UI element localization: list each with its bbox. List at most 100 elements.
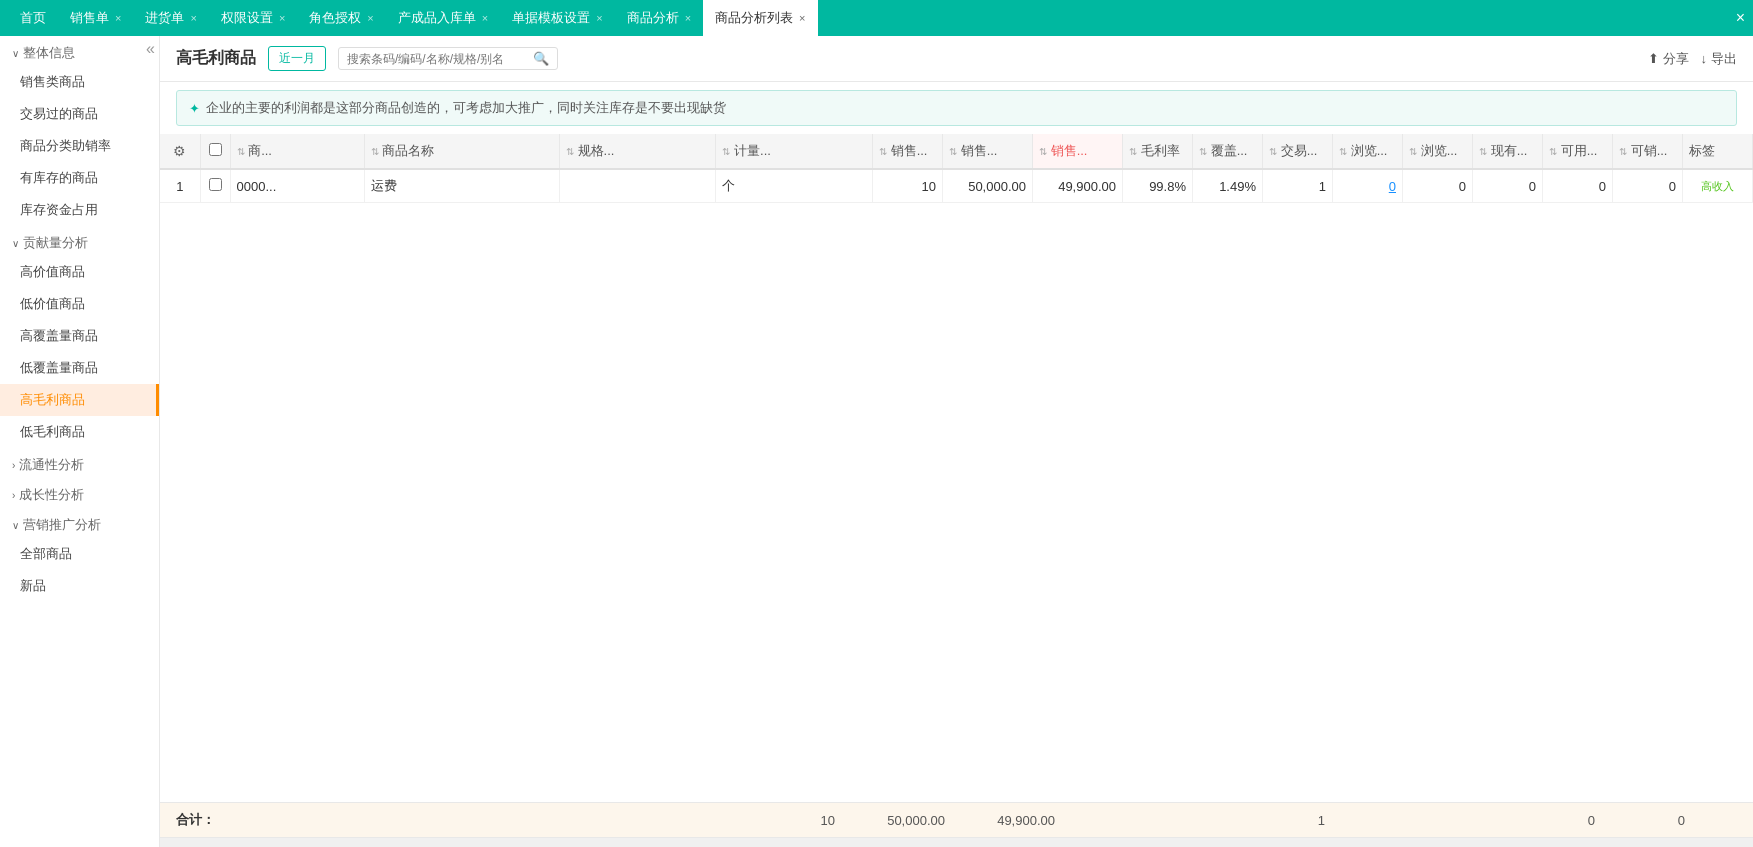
- top-navigation: 首页 销售单 × 进货单 × 权限设置 × 角色授权 × 产成品入库单 × 单据…: [0, 0, 1753, 36]
- col-header-gross-rate[interactable]: ⇅ 毛利率: [1123, 134, 1193, 169]
- col-header-name[interactable]: ⇅ 商品名称: [364, 134, 559, 169]
- footer-trade-count: 1: [1255, 813, 1325, 828]
- sidebar-item-low-value[interactable]: 低价值商品: [0, 288, 159, 320]
- chevron-down-icon: ∨: [12, 520, 19, 531]
- close-icon[interactable]: ×: [367, 12, 373, 24]
- nav-product-storage[interactable]: 产成品入库单 ×: [386, 0, 500, 36]
- close-icon[interactable]: ×: [482, 12, 488, 24]
- sidebar-item-stock-goods[interactable]: 有库存的商品: [0, 162, 159, 194]
- col-header-views1[interactable]: ⇅ 浏览...: [1333, 134, 1403, 169]
- col-header-available-stock[interactable]: ⇅ 可用...: [1543, 134, 1613, 169]
- share-button[interactable]: ⬆ 分享: [1648, 50, 1689, 68]
- col-header-trade-count[interactable]: ⇅ 交易...: [1263, 134, 1333, 169]
- col-header-settings[interactable]: ⚙: [160, 134, 200, 169]
- cell-sales-qty: 10: [873, 169, 943, 203]
- share-icon: ⬆: [1648, 51, 1659, 66]
- sidebar-item-traded-goods[interactable]: 交易过的商品: [0, 98, 159, 130]
- footer-current-stock: 0: [1525, 813, 1595, 828]
- nav-product-analysis-list[interactable]: 商品分析列表 ×: [703, 0, 817, 36]
- search-box: 🔍: [338, 47, 558, 70]
- cell-code: 0000...: [230, 169, 364, 203]
- close-icon[interactable]: ×: [799, 12, 805, 24]
- content-area: 高毛利商品 近一月 🔍 ⬆ 分享 ↓ 导出 ✦ 企业的主要的利润都是这部分商品创…: [160, 36, 1753, 847]
- nav-product-analysis[interactable]: 商品分析 ×: [615, 0, 703, 36]
- data-table: ⚙ ⇅ 商... ⇅ 商品名称: [160, 134, 1753, 203]
- nav-template-settings[interactable]: 单据模板设置 ×: [500, 0, 614, 36]
- info-banner: ✦ 企业的主要的利润都是这部分商品创造的，可考虑加大推广，同时关注库存是不要出现…: [176, 90, 1737, 126]
- header-actions: ⬆ 分享 ↓ 导出: [1648, 50, 1738, 68]
- close-icon[interactable]: ×: [596, 12, 602, 24]
- cell-checkbox[interactable]: [200, 169, 230, 203]
- sidebar-group-marketing[interactable]: ∨ 营销推广分析: [0, 508, 159, 538]
- sidebar-item-sales-goods[interactable]: 销售类商品: [0, 66, 159, 98]
- search-input[interactable]: [347, 52, 533, 66]
- col-header-sales-amount[interactable]: ⇅ 销售...: [943, 134, 1033, 169]
- cell-views1[interactable]: 0: [1333, 169, 1403, 203]
- export-icon: ↓: [1701, 51, 1708, 66]
- tag-badge: 高收入: [1701, 180, 1734, 192]
- horizontal-scrollbar[interactable]: [160, 837, 1753, 847]
- row-checkbox[interactable]: [209, 178, 222, 191]
- col-header-tag[interactable]: 标签: [1683, 134, 1753, 169]
- col-header-views2[interactable]: ⇅ 浏览...: [1403, 134, 1473, 169]
- sidebar-item-low-margin[interactable]: 低毛利商品: [0, 416, 159, 448]
- table-row: 1 0000... 运费 个 10 50,000.00 49,900.00 99…: [160, 169, 1753, 203]
- close-icon[interactable]: ×: [190, 12, 196, 24]
- sidebar-group-contribution[interactable]: ∨ 贡献量分析: [0, 226, 159, 256]
- sidebar-item-all-goods[interactable]: 全部商品: [0, 538, 159, 570]
- cell-tag: 高收入: [1683, 169, 1753, 203]
- cell-spec: [559, 169, 716, 203]
- sidebar-item-capital-occupation[interactable]: 库存资金占用: [0, 194, 159, 226]
- close-icon[interactable]: ×: [279, 12, 285, 24]
- sidebar-collapse-button[interactable]: «: [146, 40, 155, 58]
- col-header-spec[interactable]: ⇅ 规格...: [559, 134, 716, 169]
- page-title: 高毛利商品: [176, 48, 256, 69]
- data-table-container: ⚙ ⇅ 商... ⇅ 商品名称: [160, 134, 1753, 802]
- cell-sellable-stock: 0: [1613, 169, 1683, 203]
- chevron-right-icon: ›: [12, 460, 15, 471]
- cell-views2: 0: [1403, 169, 1473, 203]
- sidebar-group-overall[interactable]: ∨ 整体信息: [0, 36, 159, 66]
- sidebar-item-low-coverage[interactable]: 低覆盖量商品: [0, 352, 159, 384]
- col-header-sales-cost[interactable]: ⇅ 销售...: [1033, 134, 1123, 169]
- cell-index: 1: [160, 169, 200, 203]
- col-header-current-stock[interactable]: ⇅ 现有...: [1473, 134, 1543, 169]
- sidebar-item-high-margin[interactable]: 高毛利商品: [0, 384, 159, 416]
- close-icon[interactable]: ×: [115, 12, 121, 24]
- col-header-sales-qty[interactable]: ⇅ 销售...: [873, 134, 943, 169]
- gear-icon[interactable]: ⚙: [173, 143, 186, 159]
- cell-coverage: 1.49%: [1193, 169, 1263, 203]
- footer-sales-cost: 49,900.00: [965, 813, 1055, 828]
- sidebar-item-high-value[interactable]: 高价值商品: [0, 256, 159, 288]
- cell-gross-rate: 99.8%: [1123, 169, 1193, 203]
- chevron-down-icon: ∨: [12, 48, 19, 59]
- footer-available-stock: 0: [1615, 813, 1685, 828]
- cell-name: 运费: [364, 169, 559, 203]
- sidebar-group-liquidity[interactable]: › 流通性分析: [0, 448, 159, 478]
- nav-purchase-order[interactable]: 进货单 ×: [133, 0, 208, 36]
- time-filter-button[interactable]: 近一月: [268, 46, 326, 71]
- nav-role-auth[interactable]: 角色授权 ×: [297, 0, 385, 36]
- nav-sales-order[interactable]: 销售单 ×: [58, 0, 133, 36]
- cell-sales-amount: 50,000.00: [943, 169, 1033, 203]
- close-all-tabs-button[interactable]: ×: [1736, 9, 1745, 27]
- search-icon[interactable]: 🔍: [533, 51, 549, 66]
- nav-permission-settings[interactable]: 权限设置 ×: [209, 0, 297, 36]
- sidebar-item-high-coverage[interactable]: 高覆盖量商品: [0, 320, 159, 352]
- sidebar: « ∨ 整体信息 销售类商品 交易过的商品 商品分类助销率 有库存的商品 库存资…: [0, 36, 160, 847]
- nav-home[interactable]: 首页: [8, 0, 58, 36]
- sidebar-group-growth[interactable]: › 成长性分析: [0, 478, 159, 508]
- col-header-sellable-stock[interactable]: ⇅ 可销...: [1613, 134, 1683, 169]
- chevron-down-icon: ∨: [12, 238, 19, 249]
- col-header-checkbox[interactable]: [200, 134, 230, 169]
- export-button[interactable]: ↓ 导出: [1701, 50, 1738, 68]
- close-icon[interactable]: ×: [685, 12, 691, 24]
- sidebar-item-category-rate[interactable]: 商品分类助销率: [0, 130, 159, 162]
- footer-label: 合计：: [176, 811, 215, 829]
- select-all-checkbox[interactable]: [209, 143, 222, 156]
- sidebar-item-new-goods[interactable]: 新品: [0, 570, 159, 602]
- col-header-code[interactable]: ⇅ 商...: [230, 134, 364, 169]
- col-header-coverage[interactable]: ⇅ 覆盖...: [1193, 134, 1263, 169]
- col-header-unit[interactable]: ⇅ 计量...: [716, 134, 873, 169]
- cell-sales-cost: 49,900.00: [1033, 169, 1123, 203]
